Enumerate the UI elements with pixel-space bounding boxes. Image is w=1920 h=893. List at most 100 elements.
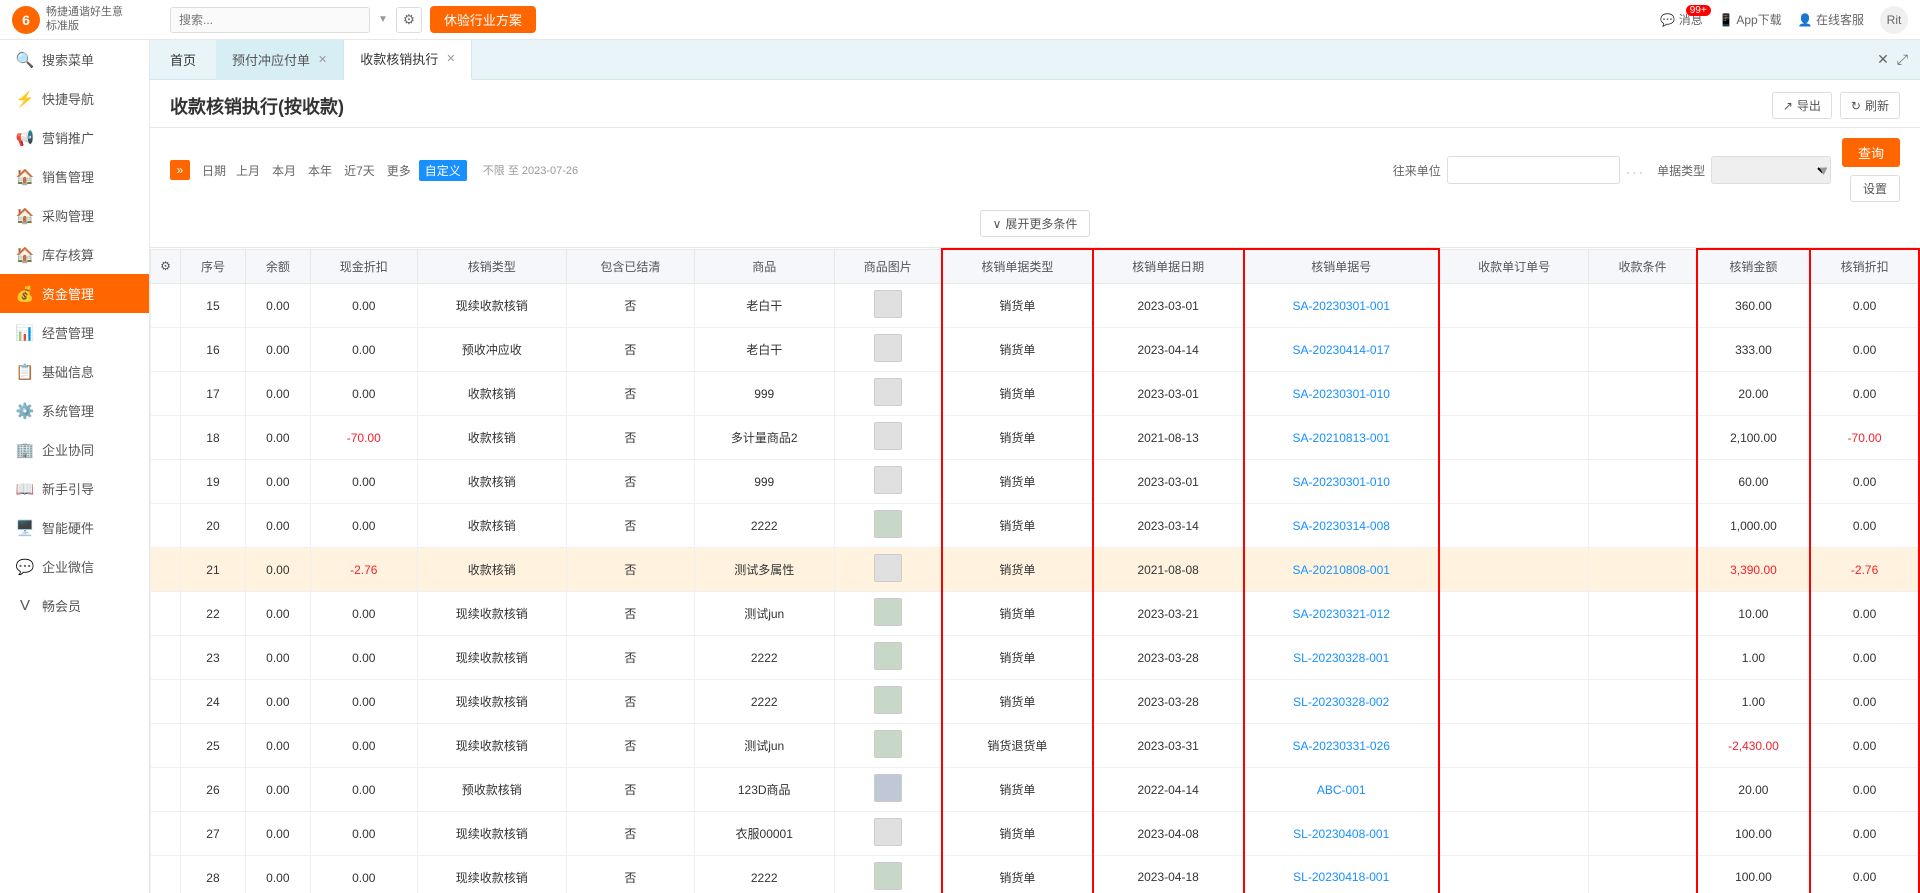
sidebar-item-enterprise[interactable]: 🏢 企业协同	[0, 430, 149, 469]
sidebar-item-basic[interactable]: 📋 基础信息	[0, 352, 149, 391]
td-verify-amount: 360.00	[1697, 284, 1810, 328]
verify-bill-no-link[interactable]: SA-20230301-010	[1293, 387, 1390, 401]
close-window-button[interactable]: ✕	[1877, 51, 1889, 68]
query-button[interactable]: 查询	[1842, 138, 1900, 167]
sidebar-item-purchase[interactable]: 🏠 采购管理	[0, 196, 149, 235]
td-verify-bill-type: 销货单	[942, 372, 1093, 416]
refresh-button[interactable]: ↻ 刷新	[1840, 92, 1900, 119]
sidebar-item-quick-nav[interactable]: ⚡ 快捷导航	[0, 79, 149, 118]
goods-image	[874, 818, 902, 846]
td-balance: 0.00	[245, 548, 310, 592]
td-goods-img	[834, 680, 942, 724]
td-verify-bill-no[interactable]: SL-20230418-001	[1244, 856, 1439, 893]
td-verify-bill-no[interactable]: SA-20230331-026	[1244, 724, 1439, 768]
filter-settings-button[interactable]: 设置	[1850, 175, 1900, 202]
voucher-type-select[interactable]	[1711, 156, 1831, 184]
td-verify-bill-no[interactable]: SA-20210808-001	[1244, 548, 1439, 592]
sidebar-item-finance[interactable]: 💰 资金管理	[0, 274, 149, 313]
td-verify-bill-no[interactable]: SL-20230328-002	[1244, 680, 1439, 724]
td-num: 25	[181, 724, 246, 768]
td-receipt-order	[1439, 680, 1589, 724]
td-gear	[151, 680, 181, 724]
date-last-month[interactable]: 上月	[232, 160, 264, 181]
search-input[interactable]	[170, 7, 370, 33]
td-goods: 老白干	[694, 328, 834, 372]
td-verify-bill-no[interactable]: SA-20230301-010	[1244, 372, 1439, 416]
th-goods-img: 商品图片	[834, 249, 942, 284]
app-download[interactable]: 📱 App下载	[1719, 11, 1782, 28]
td-cash-discount: 0.00	[310, 328, 417, 372]
td-verify-bill-no[interactable]: SA-20230301-010	[1244, 460, 1439, 504]
tab-receipt-verify[interactable]: 收款核销执行 ✕	[344, 40, 472, 80]
th-gear[interactable]: ⚙	[151, 249, 181, 284]
table-header-row: ⚙ 序号 余额 现金折扣 核销类型 包含已结清 商品 商品图片 核销单据类型 核…	[151, 249, 1920, 284]
verify-bill-no-link[interactable]: SL-20230408-001	[1293, 827, 1389, 841]
verify-bill-no-link[interactable]: SA-20230331-026	[1293, 739, 1390, 753]
sidebar-item-member[interactable]: V 畅会员	[0, 586, 149, 625]
td-verify-bill-no[interactable]: SA-20230321-012	[1244, 592, 1439, 636]
date-this-year[interactable]: 本年	[304, 160, 336, 181]
sidebar-item-hardware[interactable]: 🖥️ 智能硬件	[0, 508, 149, 547]
maximize-button[interactable]: ⤢	[1897, 51, 1908, 68]
td-goods-img	[834, 768, 942, 812]
partner-input[interactable]	[1447, 156, 1620, 184]
user-avatar[interactable]: Rit	[1880, 6, 1908, 34]
sidebar-item-marketing[interactable]: 📢 营销推广	[0, 118, 149, 157]
close-tab-prepay-icon[interactable]: ✕	[318, 53, 327, 66]
verify-bill-no-link[interactable]: SL-20230328-002	[1293, 695, 1389, 709]
td-verify-bill-date: 2023-03-21	[1093, 592, 1244, 636]
verify-bill-no-link[interactable]: SA-20230321-012	[1293, 607, 1390, 621]
expand-filter-button[interactable]: ∨ 展开更多条件	[980, 210, 1091, 237]
verify-bill-no-link[interactable]: SA-20210813-001	[1293, 431, 1390, 445]
td-verify-bill-no[interactable]: ABC-001	[1244, 768, 1439, 812]
close-tab-receipt-verify-icon[interactable]: ✕	[446, 52, 455, 65]
td-receipt-condition	[1589, 724, 1697, 768]
industry-btn[interactable]: 休验行业方案	[430, 6, 536, 33]
td-verify-bill-no[interactable]: SA-20210813-001	[1244, 416, 1439, 460]
date-7days[interactable]: 近7天	[340, 160, 379, 181]
export-button[interactable]: ↗ 导出	[1772, 92, 1832, 119]
settings-button[interactable]: ⚙	[396, 7, 422, 33]
verify-bill-no-link[interactable]: SA-20210808-001	[1293, 563, 1390, 577]
verify-bill-no-link[interactable]: SA-20230414-017	[1293, 343, 1390, 357]
partner-filter: 往来单位 ...	[1393, 156, 1645, 184]
td-verify-bill-no[interactable]: SA-20230301-001	[1244, 284, 1439, 328]
td-goods: 2222	[694, 504, 834, 548]
sidebar-item-inventory[interactable]: 🏠 库存核算	[0, 235, 149, 274]
filter-area: » 日期 上月 本月 本年 近7天 更多 自定义 不限 至 2023-07-26	[150, 128, 1920, 248]
date-more[interactable]: 更多	[383, 160, 415, 181]
verify-bill-no-link[interactable]: SL-20230418-001	[1293, 870, 1389, 884]
td-verify-bill-no[interactable]: SL-20230328-001	[1244, 636, 1439, 680]
finance-icon: 💰	[16, 285, 34, 303]
td-verify-discount: 0.00	[1810, 680, 1919, 724]
sidebar-item-wechat[interactable]: 💬 企业微信	[0, 547, 149, 586]
sidebar-item-search[interactable]: 🔍 搜索菜单	[0, 40, 149, 79]
notification-area[interactable]: 💬 消息 99+	[1660, 11, 1702, 28]
td-verify-bill-no[interactable]: SL-20230408-001	[1244, 812, 1439, 856]
th-receipt-condition: 收款条件	[1589, 249, 1697, 284]
td-verify-bill-no[interactable]: SA-20230414-017	[1244, 328, 1439, 372]
verify-bill-no-link[interactable]: SA-20230301-010	[1293, 475, 1390, 489]
sidebar-item-system[interactable]: ⚙️ 系统管理	[0, 391, 149, 430]
td-goods: 多计量商品2	[694, 416, 834, 460]
verify-bill-no-link[interactable]: ABC-001	[1317, 783, 1366, 797]
verify-bill-no-link[interactable]: SL-20230328-001	[1293, 651, 1389, 665]
td-cash-discount: 0.00	[310, 504, 417, 548]
td-verify-amount: 20.00	[1697, 768, 1810, 812]
verify-bill-no-link[interactable]: SA-20230314-008	[1293, 519, 1390, 533]
verify-bill-no-link[interactable]: SA-20230301-001	[1293, 299, 1390, 313]
sidebar-item-operations[interactable]: 📊 经营管理	[0, 313, 149, 352]
date-this-month[interactable]: 本月	[268, 160, 300, 181]
td-gear	[151, 284, 181, 328]
sidebar-item-guide[interactable]: 📖 新手引导	[0, 469, 149, 508]
td-goods-img	[834, 548, 942, 592]
online-service[interactable]: 👤 在线客服	[1798, 11, 1864, 28]
date-custom[interactable]: 自定义	[419, 160, 467, 181]
sidebar-item-sales[interactable]: 🏠 销售管理	[0, 157, 149, 196]
th-balance: 余额	[245, 249, 310, 284]
td-verify-bill-no[interactable]: SA-20230314-008	[1244, 504, 1439, 548]
filter-collapse-button[interactable]: »	[170, 160, 190, 180]
tab-home[interactable]: 首页	[150, 40, 216, 80]
tab-prepay[interactable]: 预付冲应付单 ✕	[216, 40, 344, 80]
td-verify-bill-date: 2023-03-14	[1093, 504, 1244, 548]
